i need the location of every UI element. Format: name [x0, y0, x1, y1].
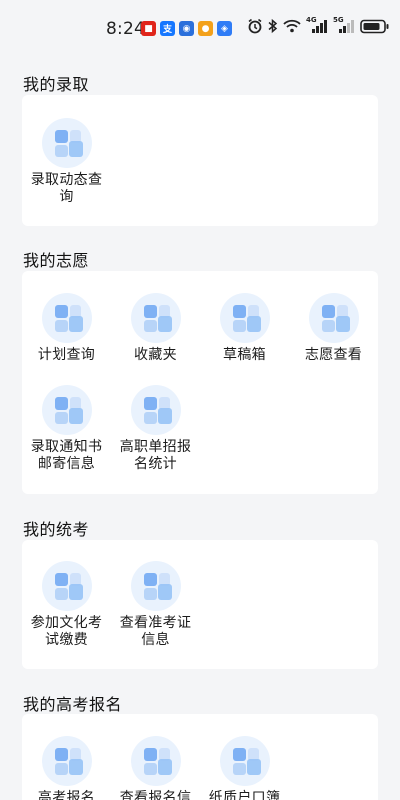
battery-icon: [360, 19, 389, 33]
wifi-icon: [283, 19, 301, 33]
status-time: 8:24: [106, 19, 145, 39]
signal-5g-icon: [339, 20, 354, 33]
bluetooth-icon: [268, 18, 278, 34]
section-title-admission: 我的录取: [23, 75, 90, 94]
grid-item-household-register[interactable]: 纸质户口簿: [200, 736, 289, 800]
gaokao-register-icon: [41, 736, 92, 786]
grid-item-label: 查看准考证信息: [119, 615, 192, 648]
grid-item-label: 草稿箱: [223, 347, 266, 363]
exam-fee-icon: [41, 561, 92, 611]
household-register-icon: [219, 736, 270, 786]
grid-item-plan-query[interactable]: 计划查询: [22, 293, 111, 364]
status-bar: 8:24 ■ 支 ◉ ● ◈ 4G 5G: [0, 0, 400, 54]
grid-item-vocational-stats[interactable]: 高职单招报名统计: [111, 385, 200, 473]
view-registration-icon: [130, 736, 181, 786]
alarm-icon: [248, 18, 262, 34]
grid-item-label: 高职单招报名统计: [119, 439, 192, 472]
grid-item-volunteer-view[interactable]: 志愿查看: [289, 293, 378, 364]
card-unified-exam: 参加文化考试缴费 查看准考证信息: [22, 540, 378, 669]
grid-item-label: 纸质户口簿: [208, 790, 281, 800]
grid-item-label: 参加文化考试缴费: [30, 615, 103, 648]
section-title-gaokao-registration: 我的高考报名: [23, 695, 123, 714]
signal-4g-icon: [312, 20, 327, 33]
system-icons: 4G 5G: [247, 16, 390, 34]
grid-item-drafts[interactable]: 草稿箱: [200, 293, 289, 364]
grid-item-favorites[interactable]: 收藏夹: [111, 293, 200, 364]
signal-5g: 5G: [333, 16, 355, 34]
vocational-stats-icon: [130, 385, 181, 435]
grid-item-label: 收藏夹: [134, 347, 177, 363]
grid-item-view-registration[interactable]: 查看报名信: [111, 736, 200, 800]
card-admission: 录取动态查询: [22, 95, 378, 226]
drafts-icon: [219, 293, 270, 343]
card-gaokao-registration: 高考报名 查看报名信 纸质户口簿: [22, 714, 378, 800]
section-title-volunteer: 我的志愿: [23, 251, 90, 270]
grid-item-exam-fee[interactable]: 参加文化考试缴费: [22, 561, 111, 649]
grid-item-admission-status[interactable]: 录取动态查询: [22, 118, 111, 206]
admission-status-icon: [41, 118, 92, 168]
notification-icons: ■ 支 ◉ ● ◈: [141, 21, 232, 36]
red-app-icon: ■: [141, 21, 156, 36]
alipay-app-icon: 支: [160, 21, 175, 36]
grid-item-label: 志愿查看: [304, 347, 363, 363]
grid-item-label: 查看报名信: [119, 790, 192, 800]
grid-item-label: 计划查询: [37, 347, 96, 363]
volunteer-view-icon: [308, 293, 359, 343]
plan-query-icon: [41, 293, 92, 343]
notice-mailing-icon: [41, 385, 92, 435]
blue-app-icon: ◉: [179, 21, 194, 36]
grid-item-gaokao-register[interactable]: 高考报名: [22, 736, 111, 800]
grid-item-notice-mailing[interactable]: 录取通知书邮寄信息: [22, 385, 111, 473]
signal-4g: 4G: [306, 16, 328, 34]
grid-item-label: 录取动态查询: [30, 172, 103, 205]
grid-item-label: 高考报名: [37, 790, 96, 800]
admission-ticket-icon: [130, 561, 181, 611]
grid-item-admission-ticket[interactable]: 查看准考证信息: [111, 561, 200, 649]
favorites-icon: [130, 293, 181, 343]
grid-item-label: 录取通知书邮寄信息: [30, 439, 103, 472]
section-title-unified-exam: 我的统考: [23, 520, 90, 539]
card-volunteer: 计划查询 收藏夹 草稿箱 志愿查看 录取通知书邮寄信息 高职单招报名统计: [22, 271, 378, 494]
weibo-app-icon: ●: [198, 21, 213, 36]
shield-app-icon: ◈: [217, 21, 232, 36]
